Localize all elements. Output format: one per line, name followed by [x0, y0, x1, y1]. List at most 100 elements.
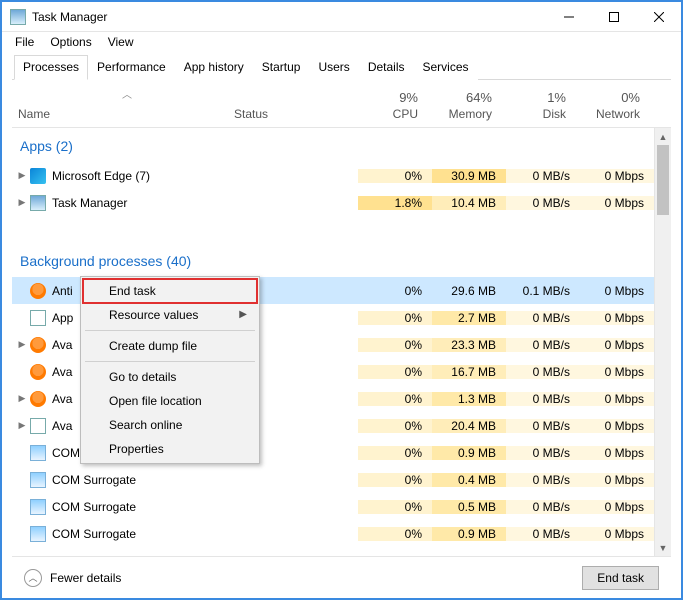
col-net-label: Network — [576, 107, 640, 121]
network-value: 0 Mbps — [580, 311, 654, 325]
empty-row — [12, 216, 654, 243]
process-row[interactable]: ▶Microsoft Edge (7)0%30.9 MB0 MB/s0 Mbps — [12, 162, 654, 189]
col-memory[interactable]: 64% Memory — [428, 90, 502, 121]
col-disk[interactable]: 1% Disk — [502, 90, 576, 121]
process-icon — [30, 195, 46, 211]
network-value: 0 Mbps — [580, 527, 654, 541]
expand-toggle-icon[interactable]: ▶ — [12, 393, 26, 404]
network-value: 0 Mbps — [580, 392, 654, 406]
menu-item[interactable]: Create dump file — [83, 334, 257, 358]
vertical-scrollbar[interactable]: ▲ ▼ — [654, 128, 671, 556]
process-icon — [30, 310, 46, 326]
disk-value: 0 MB/s — [506, 392, 580, 406]
network-value: 0 Mbps — [580, 419, 654, 433]
tab-details[interactable]: Details — [359, 55, 414, 80]
network-value: 0 Mbps — [580, 365, 654, 379]
network-value: 0 Mbps — [580, 284, 654, 298]
expand-toggle-icon[interactable]: ▶ — [12, 339, 26, 350]
process-row[interactable]: COM Surrogate0%0.4 MB0 MB/s0 Mbps — [12, 466, 654, 493]
tab-startup[interactable]: Startup — [253, 55, 310, 80]
menu-item[interactable]: Search online — [83, 413, 257, 437]
sort-indicator-icon: ︿ — [122, 86, 132, 101]
process-name: COM Surrogate — [52, 473, 238, 487]
expand-toggle-icon[interactable]: ▶ — [12, 197, 26, 208]
process-icon — [30, 499, 46, 515]
col-status[interactable]: Status — [234, 90, 354, 121]
disk-value: 0.1 MB/s — [506, 284, 580, 298]
disk-value: 0 MB/s — [506, 311, 580, 325]
cpu-value: 1.8% — [358, 196, 432, 210]
process-icon — [30, 445, 46, 461]
network-value: 0 Mbps — [580, 169, 654, 183]
menu-options[interactable]: Options — [43, 33, 98, 51]
close-button[interactable] — [636, 2, 681, 31]
process-name: COM Surrogate — [52, 500, 238, 514]
expand-toggle-icon[interactable]: ▶ — [12, 170, 26, 181]
app-icon — [10, 9, 26, 25]
col-name-label: Name — [18, 107, 234, 121]
tab-app-history[interactable]: App history — [175, 55, 253, 80]
chevron-up-icon: ︿ — [24, 569, 42, 587]
process-name: Task Manager — [52, 196, 238, 210]
disk-value: 0 MB/s — [506, 500, 580, 514]
tab-services[interactable]: Services — [414, 55, 478, 80]
cpu-value: 0% — [358, 473, 432, 487]
memory-value: 23.3 MB — [432, 338, 506, 352]
process-row[interactable]: ▶Task Manager1.8%10.4 MB0 MB/s0 Mbps — [12, 189, 654, 216]
col-disk-label: Disk — [502, 107, 566, 121]
disk-value: 0 MB/s — [506, 527, 580, 541]
tab-processes[interactable]: Processes — [14, 55, 88, 80]
disk-value: 0 MB/s — [506, 419, 580, 433]
process-row[interactable]: COM Surrogate0%0.9 MB0 MB/s0 Mbps — [12, 520, 654, 547]
memory-value: 29.6 MB — [432, 284, 506, 298]
expand-toggle-icon[interactable]: ▶ — [12, 420, 26, 431]
group-header: Apps (2) — [12, 128, 654, 162]
maximize-button[interactable] — [591, 2, 636, 31]
column-headers: ︿ Name Status 9% CPU 64% Memory 1% Disk … — [12, 80, 671, 128]
col-mem-label: Memory — [428, 107, 492, 121]
menu-separator — [85, 361, 255, 362]
tab-performance[interactable]: Performance — [88, 55, 175, 80]
col-cpu-label: CPU — [354, 107, 418, 121]
menu-item[interactable]: Properties — [83, 437, 257, 461]
memory-value: 16.7 MB — [432, 365, 506, 379]
memory-value: 10.4 MB — [432, 196, 506, 210]
menu-file[interactable]: File — [8, 33, 41, 51]
menu-item[interactable]: End task — [83, 279, 257, 303]
network-value: 0 Mbps — [580, 196, 654, 210]
cpu-value: 0% — [358, 446, 432, 460]
fewer-details-label: Fewer details — [50, 571, 121, 585]
menu-view[interactable]: View — [101, 33, 141, 51]
process-icon — [30, 283, 46, 299]
col-disk-pct: 1% — [502, 90, 566, 105]
process-icon — [30, 418, 46, 434]
col-network[interactable]: 0% Network — [576, 90, 650, 121]
memory-value: 0.4 MB — [432, 473, 506, 487]
scroll-thumb[interactable] — [657, 145, 669, 215]
memory-value: 0.9 MB — [432, 527, 506, 541]
tab-users[interactable]: Users — [309, 55, 358, 80]
fewer-details-button[interactable]: ︿ Fewer details — [24, 569, 582, 587]
process-name: COM Surrogate — [52, 527, 238, 541]
process-row[interactable]: COM Surrogate0%0.5 MB0 MB/s0 Mbps — [12, 493, 654, 520]
process-icon — [30, 472, 46, 488]
memory-value: 30.9 MB — [432, 169, 506, 183]
cpu-value: 0% — [358, 311, 432, 325]
end-task-button[interactable]: End task — [582, 566, 659, 590]
network-value: 0 Mbps — [580, 446, 654, 460]
memory-value: 1.3 MB — [432, 392, 506, 406]
minimize-button[interactable] — [546, 2, 591, 31]
menu-item[interactable]: Go to details — [83, 365, 257, 389]
col-name[interactable]: ︿ Name — [12, 90, 234, 121]
memory-value: 20.4 MB — [432, 419, 506, 433]
scroll-up-button[interactable]: ▲ — [655, 128, 671, 145]
col-cpu[interactable]: 9% CPU — [354, 90, 428, 121]
scroll-down-button[interactable]: ▼ — [655, 539, 671, 556]
col-net-pct: 0% — [576, 90, 640, 105]
process-name: Microsoft Edge (7) — [52, 169, 238, 183]
submenu-arrow-icon: ▶ — [239, 309, 247, 320]
menu-item[interactable]: Open file location — [83, 389, 257, 413]
col-mem-pct: 64% — [428, 90, 492, 105]
memory-value: 0.5 MB — [432, 500, 506, 514]
menu-item[interactable]: Resource values▶ — [83, 303, 257, 327]
